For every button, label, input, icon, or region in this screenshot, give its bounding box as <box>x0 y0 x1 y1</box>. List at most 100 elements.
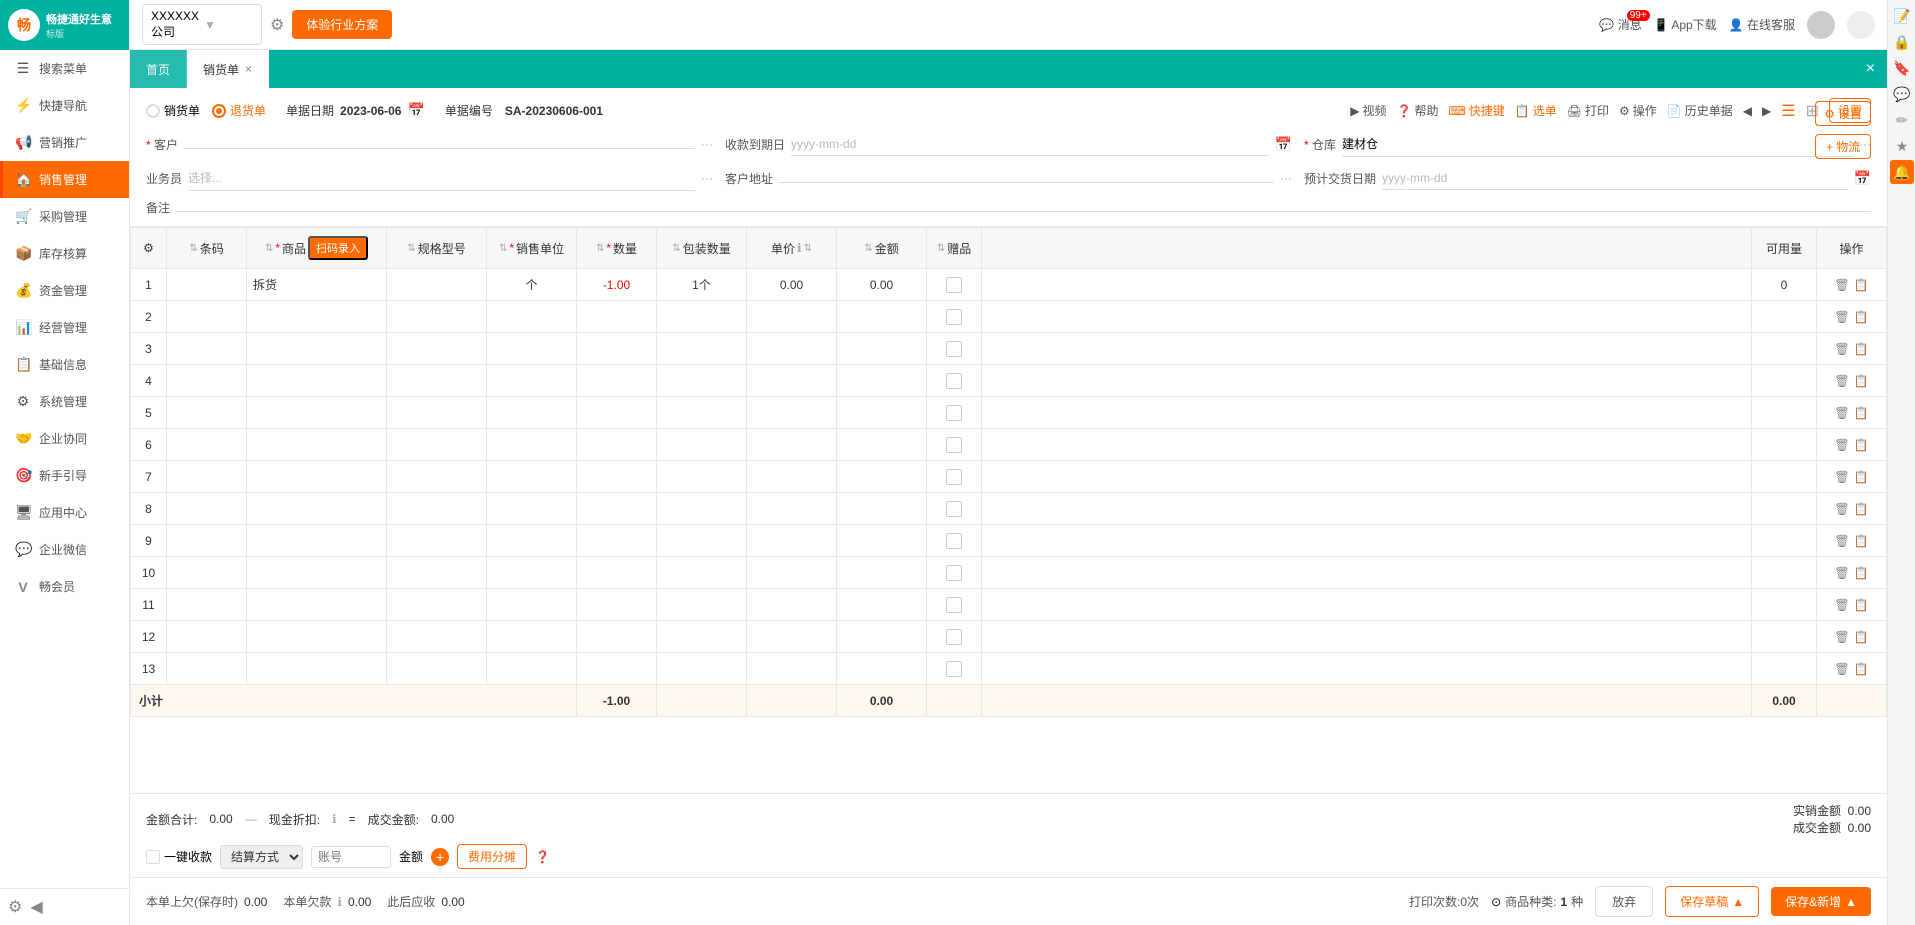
one-click-payment-checkbox[interactable]: 一键收款 <box>146 848 212 865</box>
cell-qty[interactable] <box>577 525 657 557</box>
print-link[interactable]: 🖨 打印 <box>1567 102 1609 119</box>
customer-input[interactable] <box>184 140 695 149</box>
cell-qty[interactable] <box>577 589 657 621</box>
cell-price[interactable] <box>747 589 837 621</box>
cell-unit[interactable] <box>487 653 577 685</box>
shortcut-link[interactable]: ⌨ 快捷键 <box>1448 102 1504 119</box>
delete-icon[interactable]: 🗑 <box>1834 502 1849 516</box>
nav-next-icon[interactable]: ▶ <box>1762 104 1771 118</box>
cell-price[interactable] <box>747 557 837 589</box>
list-view-icon[interactable]: ☰ <box>1781 101 1795 121</box>
copy-icon[interactable]: 📋 <box>1854 406 1869 420</box>
cell-qty[interactable] <box>577 301 657 333</box>
cell-gift[interactable] <box>927 621 982 653</box>
gear-icon[interactable]: ⚙ <box>270 15 284 35</box>
gift-checkbox[interactable] <box>946 277 962 293</box>
cell-barcode[interactable] <box>167 269 247 301</box>
expected-date-calendar-icon[interactable]: 📅 <box>1854 170 1871 187</box>
cell-amount[interactable]: 0.00 <box>837 269 927 301</box>
right-panel-bookmark[interactable]: 🔖 <box>1890 56 1914 80</box>
save-new-button[interactable]: 保存&新增 ▲ <box>1771 887 1871 916</box>
calendar-icon[interactable]: 📅 <box>407 102 424 119</box>
cell-spec[interactable] <box>387 365 487 397</box>
abandon-button[interactable]: 放弃 <box>1595 886 1653 917</box>
cell-gift[interactable] <box>927 365 982 397</box>
gift-checkbox[interactable] <box>946 341 962 357</box>
cell-price[interactable] <box>747 333 837 365</box>
video-link[interactable]: ▶ 视频 <box>1350 102 1386 119</box>
right-panel-chat[interactable]: 💬 <box>1890 82 1914 106</box>
cell-pkgqty[interactable] <box>657 397 747 429</box>
gift-checkbox[interactable] <box>946 661 962 677</box>
gift-checkbox[interactable] <box>946 309 962 325</box>
payment-date-input[interactable]: yyyy-mm-dd <box>791 133 1269 156</box>
cell-price[interactable] <box>747 621 837 653</box>
app-download[interactable]: 📱 App下载 <box>1654 16 1717 33</box>
account-input[interactable] <box>311 846 391 868</box>
cell-barcode[interactable] <box>167 397 247 429</box>
sidebar-item-search[interactable]: ☰ 搜索菜单 <box>0 50 129 87</box>
delete-icon[interactable]: 🗑 <box>1834 566 1849 580</box>
sidebar-item-marketing[interactable]: 📢 营销推广 <box>0 124 129 161</box>
cell-spec[interactable] <box>387 557 487 589</box>
cell-remark[interactable] <box>982 525 1752 557</box>
copy-icon[interactable]: 📋 <box>1854 310 1869 324</box>
cell-unit[interactable] <box>487 365 577 397</box>
cell-remark[interactable] <box>982 653 1752 685</box>
copy-icon[interactable]: 📋 <box>1854 438 1869 452</box>
cell-remark[interactable] <box>982 333 1752 365</box>
gift-checkbox[interactable] <box>946 597 962 613</box>
cell-remark[interactable] <box>982 557 1752 589</box>
gift-checkbox[interactable] <box>946 565 962 581</box>
cell-unit[interactable] <box>487 557 577 589</box>
tab-close-icon[interactable]: × <box>245 62 252 76</box>
right-panel-notification[interactable]: 🔔 <box>1890 160 1914 184</box>
salesperson-dots-icon[interactable]: ··· <box>701 171 713 185</box>
cell-unit[interactable] <box>487 429 577 461</box>
cell-gift[interactable] <box>927 493 982 525</box>
salesperson-input[interactable]: 选择... <box>188 165 695 191</box>
cell-spec[interactable] <box>387 301 487 333</box>
tab-home[interactable]: 首页 <box>130 50 187 88</box>
cell-price[interactable]: 0.00 <box>747 269 837 301</box>
cell-qty[interactable] <box>577 397 657 429</box>
cell-goods[interactable] <box>247 525 387 557</box>
gift-checkbox[interactable] <box>946 533 962 549</box>
expense-button[interactable]: 费用分摊 <box>457 844 527 869</box>
save-draft-button[interactable]: 保存草稿 ▲ <box>1665 886 1759 917</box>
cell-price[interactable] <box>747 429 837 461</box>
cell-pkgqty[interactable] <box>657 365 747 397</box>
expected-date-input[interactable]: yyyy-mm-dd <box>1382 167 1848 190</box>
cell-pkgqty[interactable] <box>657 461 747 493</box>
cell-barcode[interactable] <box>167 301 247 333</box>
cell-unit[interactable] <box>487 493 577 525</box>
gift-checkbox[interactable] <box>946 373 962 389</box>
cell-spec[interactable] <box>387 397 487 429</box>
cell-spec[interactable] <box>387 269 487 301</box>
delete-icon[interactable]: 🗑 <box>1834 438 1849 452</box>
cell-amount[interactable] <box>837 589 927 621</box>
cell-goods[interactable] <box>247 621 387 653</box>
cell-barcode[interactable] <box>167 653 247 685</box>
cell-pkgqty[interactable] <box>657 653 747 685</box>
cell-qty[interactable] <box>577 493 657 525</box>
cell-unit[interactable] <box>487 525 577 557</box>
cell-unit[interactable] <box>487 461 577 493</box>
avatar2[interactable] <box>1847 11 1875 39</box>
cell-barcode[interactable] <box>167 493 247 525</box>
customer-dots-icon[interactable]: ··· <box>701 137 713 151</box>
cell-qty[interactable] <box>577 333 657 365</box>
cell-spec[interactable] <box>387 461 487 493</box>
settings-icon[interactable]: ⚙ <box>8 897 22 917</box>
cell-amount[interactable] <box>837 525 927 557</box>
cell-amount[interactable] <box>837 365 927 397</box>
cell-spec[interactable] <box>387 525 487 557</box>
cell-pkgqty[interactable] <box>657 493 747 525</box>
cell-unit[interactable] <box>487 397 577 429</box>
cell-gift[interactable] <box>927 301 982 333</box>
right-panel-pencil[interactable]: ✏ <box>1890 108 1914 132</box>
cell-barcode[interactable] <box>167 333 247 365</box>
sidebar-item-finance[interactable]: 💰 资金管理 <box>0 272 129 309</box>
cell-barcode[interactable] <box>167 461 247 493</box>
sidebar-item-quick-nav[interactable]: ⚡ 快捷导航 <box>0 87 129 124</box>
